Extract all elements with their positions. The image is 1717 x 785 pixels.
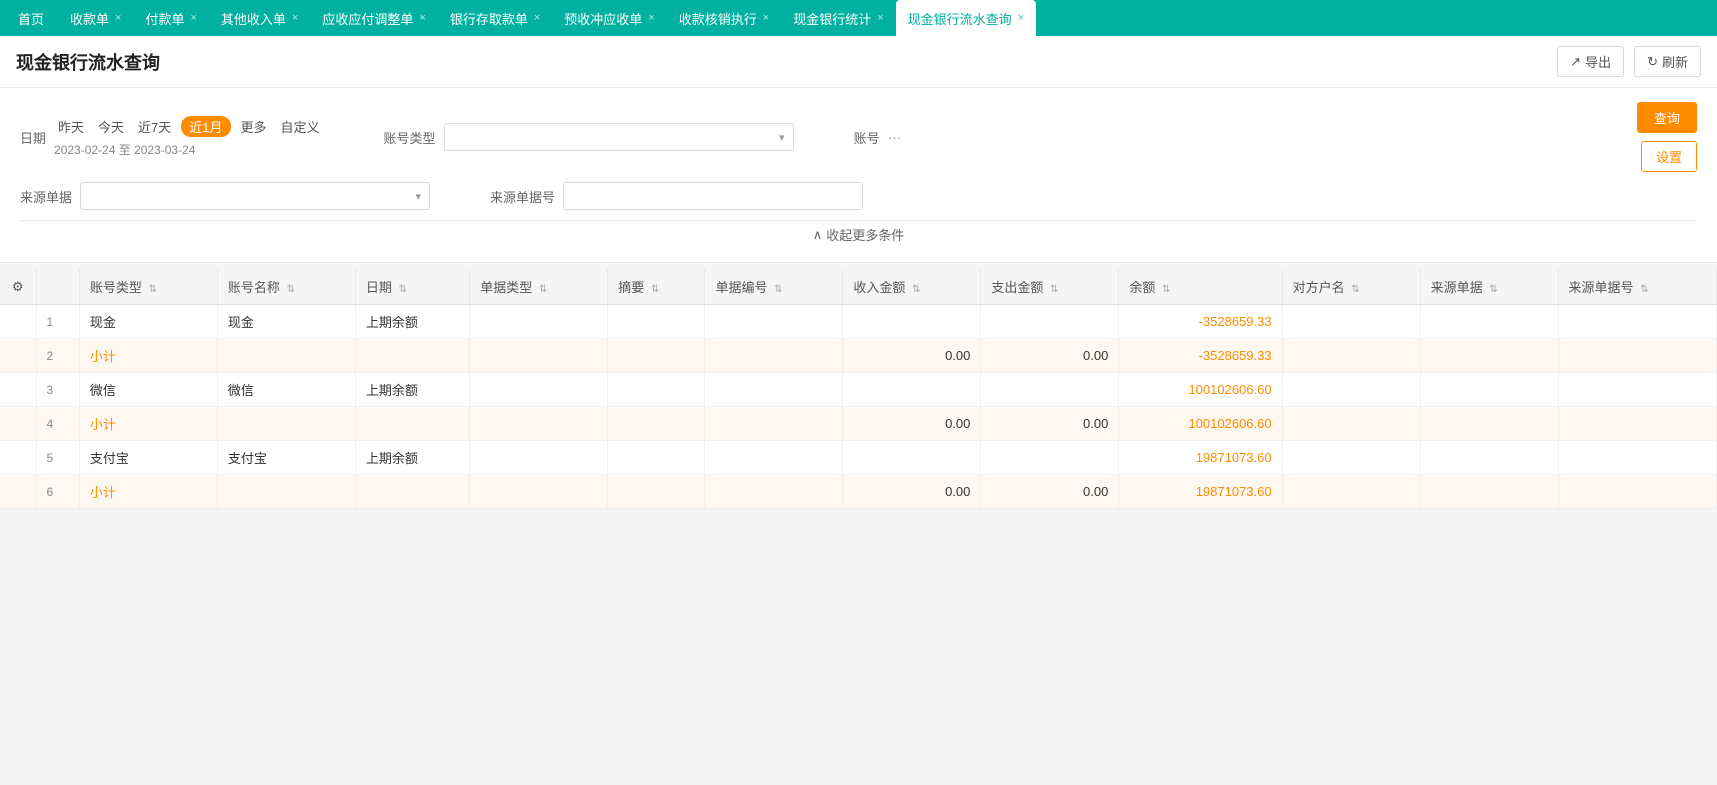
close-tab-1[interactable]: ×: [190, 12, 196, 24]
nav-home[interactable]: 首页: [4, 9, 58, 28]
col-source-doc: 来源单据 ⇅: [1420, 269, 1558, 305]
table-row[interactable]: 5支付宝支付宝上期余额19871073.60: [0, 441, 1717, 475]
table-body: 1现金现金上期余额-3528659.332小计0.000.00-3528659.…: [0, 305, 1717, 509]
col-counterpart: 对方户名 ⇅: [1282, 269, 1420, 305]
collapse-button[interactable]: ∧ 收起更多条件: [20, 220, 1697, 248]
date-opt-custom[interactable]: 自定义: [277, 116, 324, 137]
source-doc-select[interactable]: ▾: [80, 182, 430, 210]
col-summary: 摘要 ⇅: [608, 269, 705, 305]
nav-tab-8[interactable]: 现金银行流水查询 ×: [896, 0, 1036, 36]
sort-icon-date[interactable]: ⇅: [398, 284, 406, 295]
close-tab-6[interactable]: ×: [763, 12, 769, 24]
sort-icon-account-name[interactable]: ⇅: [287, 284, 295, 295]
col-doc-type: 单据类型 ⇅: [470, 269, 608, 305]
settings-button[interactable]: 设置: [1641, 141, 1697, 172]
col-date: 日期 ⇅: [355, 269, 469, 305]
query-button[interactable]: 查询: [1637, 102, 1697, 133]
col-source-doc-no: 来源单据号 ⇅: [1558, 269, 1716, 305]
sort-icon-counterpart[interactable]: ⇅: [1351, 284, 1359, 295]
page-title: 现金银行流水查询: [16, 49, 160, 75]
sort-icon-doc-type[interactable]: ⇅: [539, 284, 547, 295]
source-doc-chevron-icon: ▾: [415, 190, 421, 203]
nav-tab-0[interactable]: 收款单 ×: [58, 0, 133, 36]
table-row[interactable]: 2小计0.000.00-3528659.33: [0, 339, 1717, 373]
page-header: 现金银行流水查询 ↗ 导出 ↻ 刷新: [0, 36, 1717, 88]
refresh-icon: ↻: [1647, 54, 1658, 70]
account-label: 账号: [854, 128, 880, 147]
close-tab-2[interactable]: ×: [292, 12, 298, 24]
date-range-options: 昨天 今天 近7天 近1月 更多 自定义: [54, 116, 324, 137]
date-opt-1month[interactable]: 近1月: [181, 116, 230, 137]
sort-icon-income[interactable]: ⇅: [912, 284, 920, 295]
data-table: ⚙ 账号类型 ⇅ 账号名称 ⇅ 日期 ⇅ 单据类型 ⇅: [0, 269, 1717, 509]
table-header-row: ⚙ 账号类型 ⇅ 账号名称 ⇅ 日期 ⇅ 单据类型 ⇅: [0, 269, 1717, 305]
sort-icon-source-doc[interactable]: ⇅: [1489, 284, 1497, 295]
source-doc-no-input[interactable]: [563, 182, 863, 210]
col-expense: 支出金额 ⇅: [981, 269, 1119, 305]
sort-icon-summary[interactable]: ⇅: [651, 284, 659, 295]
source-doc-no-filter-item: 来源单据号: [490, 182, 863, 210]
date-filter-item: 日期 昨天 今天 近7天 近1月 更多 自定义 2023-02-24 至 202…: [20, 116, 324, 158]
table-container: ⚙ 账号类型 ⇅ 账号名称 ⇅ 日期 ⇅ 单据类型 ⇅: [0, 269, 1717, 509]
nav-tab-3[interactable]: 应收应付调整单 ×: [310, 0, 437, 36]
top-nav: 首页 收款单 × 付款单 × 其他收入单 × 应收应付调整单 × 银行存取款单 …: [0, 0, 1717, 36]
export-icon: ↗: [1570, 54, 1581, 70]
table-row[interactable]: 6小计0.000.0019871073.60: [0, 475, 1717, 509]
filter-row-1: 日期 昨天 今天 近7天 近1月 更多 自定义 2023-02-24 至 202…: [20, 102, 1697, 172]
account-type-filter-item: 账号类型 ▾: [384, 123, 794, 151]
header-actions: ↗ 导出 ↻ 刷新: [1557, 46, 1701, 77]
account-type-label: 账号类型: [384, 128, 436, 147]
col-account-type: 账号类型 ⇅: [79, 269, 217, 305]
date-opt-today[interactable]: 今天: [94, 116, 128, 137]
sort-icon-doc-no[interactable]: ⇅: [774, 284, 782, 295]
close-tab-8[interactable]: ×: [1018, 12, 1024, 24]
export-button[interactable]: ↗ 导出: [1557, 46, 1624, 77]
date-opt-more[interactable]: 更多: [237, 116, 271, 137]
date-range-display: 2023-02-24 至 2023-03-24: [54, 141, 324, 158]
date-options: 昨天 今天 近7天 近1月 更多 自定义 2023-02-24 至 2023-0…: [54, 116, 324, 158]
nav-tab-6[interactable]: 收款核销执行 ×: [667, 0, 781, 36]
filter-section: 日期 昨天 今天 近7天 近1月 更多 自定义 2023-02-24 至 202…: [0, 88, 1717, 263]
col-income: 收入金额 ⇅: [843, 269, 981, 305]
col-doc-no: 单据编号 ⇅: [705, 269, 843, 305]
action-buttons: 查询 设置: [1637, 102, 1697, 172]
close-tab-0[interactable]: ×: [115, 12, 121, 24]
sort-icon-balance[interactable]: ⇅: [1162, 284, 1170, 295]
nav-tab-2[interactable]: 其他收入单 ×: [209, 0, 310, 36]
sort-icon-expense[interactable]: ⇅: [1050, 284, 1058, 295]
col-balance: 余额 ⇅: [1119, 269, 1282, 305]
account-filter-item: 账号 ···: [854, 128, 902, 147]
table-row[interactable]: 4小计0.000.00100102606.60: [0, 407, 1717, 441]
source-doc-no-label: 来源单据号: [490, 187, 555, 206]
date-label: 日期: [20, 128, 46, 147]
nav-tab-5[interactable]: 预收冲应收单 ×: [552, 0, 666, 36]
close-tab-7[interactable]: ×: [877, 12, 883, 24]
close-tab-5[interactable]: ×: [648, 12, 654, 24]
nav-tab-4[interactable]: 银行存取款单 ×: [438, 0, 552, 36]
nav-tab-7[interactable]: 现金银行统计 ×: [781, 0, 895, 36]
sort-icon-account-type[interactable]: ⇅: [149, 284, 157, 295]
close-tab-4[interactable]: ×: [534, 12, 540, 24]
collapse-label: 收起更多条件: [826, 225, 904, 244]
chevron-down-icon: ▾: [779, 131, 785, 144]
date-opt-yesterday[interactable]: 昨天: [54, 116, 88, 137]
source-doc-filter-item: 来源单据 ▾: [20, 182, 430, 210]
date-opt-7days[interactable]: 近7天: [134, 116, 175, 137]
col-account-name: 账号名称 ⇅: [217, 269, 355, 305]
source-doc-label: 来源单据: [20, 187, 72, 206]
dots-icon[interactable]: ···: [888, 129, 902, 145]
refresh-button[interactable]: ↻ 刷新: [1634, 46, 1701, 77]
table-row[interactable]: 1现金现金上期余额-3528659.33: [0, 305, 1717, 339]
close-tab-3[interactable]: ×: [419, 12, 425, 24]
col-idx: [36, 269, 79, 305]
filter-row-2: 来源单据 ▾ 来源单据号: [20, 182, 1697, 210]
collapse-up-icon: ∧: [813, 227, 823, 243]
account-type-select[interactable]: ▾: [444, 123, 794, 151]
col-gear[interactable]: ⚙: [0, 269, 36, 305]
sort-icon-source-doc-no[interactable]: ⇅: [1640, 284, 1648, 295]
table-row[interactable]: 3微信微信上期余额100102606.60: [0, 373, 1717, 407]
nav-tab-1[interactable]: 付款单 ×: [133, 0, 208, 36]
